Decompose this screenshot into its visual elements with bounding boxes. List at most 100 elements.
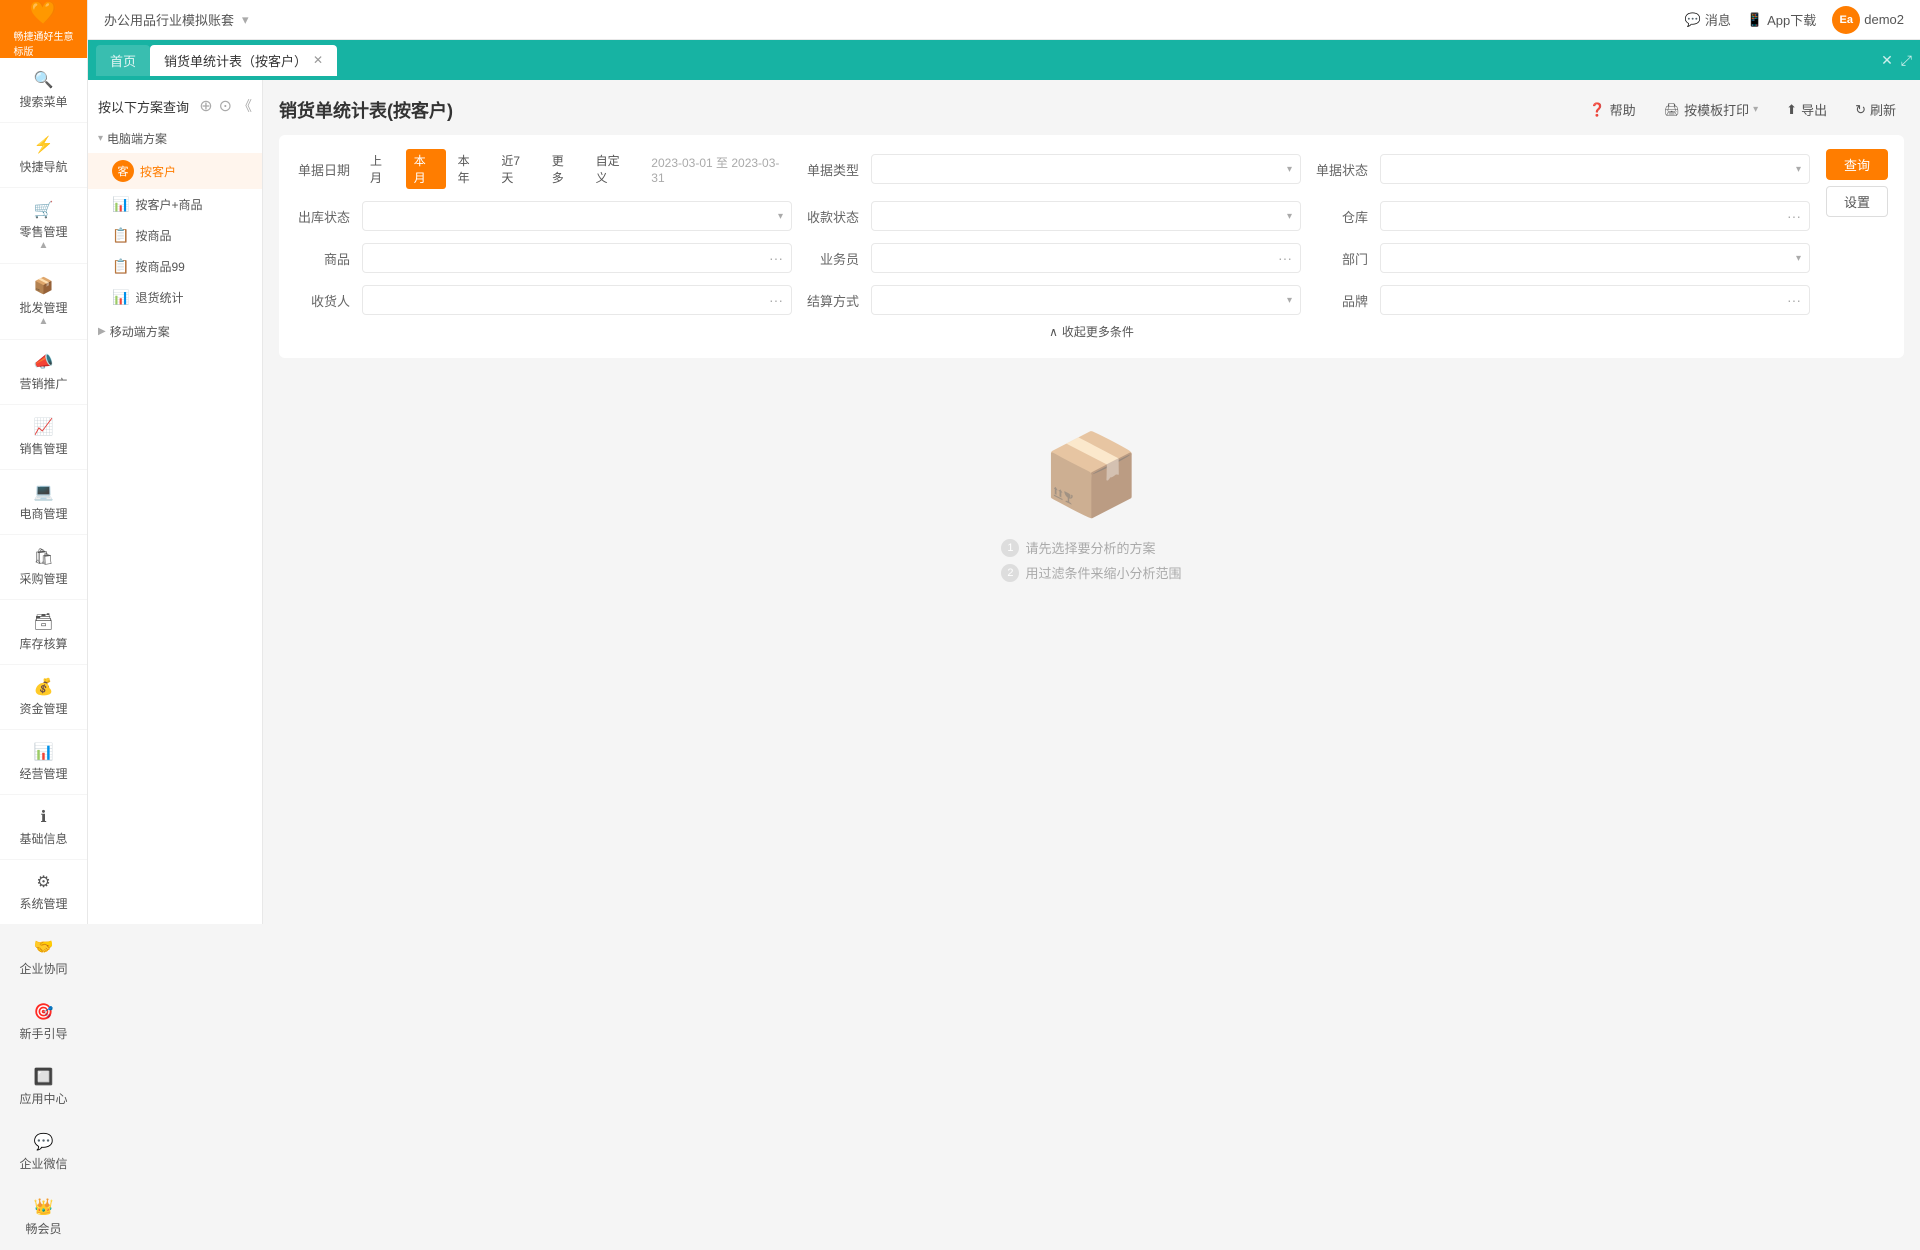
tab-window-actions: ✕ ⤢	[1881, 52, 1912, 69]
receiver-dots[interactable]: ···	[769, 292, 783, 308]
type-select[interactable]: ▾	[871, 154, 1301, 184]
logo[interactable]: 🧡 畅捷通好生意 标版	[0, 0, 87, 58]
staff-select[interactable]: ···	[871, 243, 1301, 273]
message-button[interactable]: 💬 消息	[1685, 10, 1731, 29]
app-download-button[interactable]: 📱 App下载	[1747, 10, 1816, 29]
nav-icon-6: 💻	[34, 482, 54, 502]
avatar: Ea	[1832, 6, 1860, 34]
minimize-icon[interactable]: ✕	[1881, 52, 1893, 69]
query-button[interactable]: 查询	[1826, 149, 1888, 180]
sidebar-item-14[interactable]: 🎯 新手引导	[0, 990, 87, 1055]
sidebar-item-17[interactable]: 👑 畅会员	[0, 1185, 87, 1250]
mobile-section-title[interactable]: ▶ 移动端方案	[88, 317, 262, 346]
print-arrow: ▾	[1753, 104, 1758, 115]
staff-dots[interactable]: ···	[1278, 250, 1292, 266]
scheme-item-customer[interactable]: 客 按客户	[88, 153, 262, 189]
settings-scheme-icon[interactable]: ⊙	[219, 96, 232, 116]
dept-select[interactable]: ▾	[1380, 243, 1810, 273]
warehouse-control: ···	[1380, 201, 1810, 231]
tab-home[interactable]: 首页	[96, 45, 150, 76]
empty-tip-1: 1 请先选择要分析的方案	[1001, 538, 1181, 557]
home-label: 首页	[110, 51, 136, 70]
nav-label-7: 采购管理	[19, 570, 67, 587]
scheme-item-customer-goods[interactable]: 📊 按客户+商品	[88, 189, 262, 220]
scheme-returns-label: 退货统计	[135, 289, 183, 306]
left-panel: 按以下方案查询 ⊕ ⊙ 《 ▾ 电脑端方案 客 按客户	[88, 80, 263, 924]
status-filter-control: ▾	[1380, 154, 1810, 184]
nav-icon-3: 📦	[34, 276, 54, 296]
goods-icon: 📋	[112, 227, 129, 244]
sidebar-item-16[interactable]: 💬 企业微信	[0, 1120, 87, 1185]
sidebar-item-9[interactable]: 💰 资金管理	[0, 665, 87, 730]
sidebar-item-6[interactable]: 💻 电商管理	[0, 470, 87, 535]
nav-label-5: 销售管理	[19, 440, 67, 457]
collapse-panel-icon[interactable]: 《	[238, 96, 252, 116]
export-button[interactable]: ⬆ 导出	[1778, 96, 1835, 123]
add-scheme-icon[interactable]: ⊕	[199, 96, 212, 116]
user-menu[interactable]: Ea demo2	[1832, 6, 1904, 34]
date-tab-more[interactable]: 更多	[544, 149, 584, 189]
payment-select[interactable]: ▾	[871, 285, 1301, 315]
message-icon: 💬	[1685, 12, 1701, 28]
sidebar-item-8[interactable]: 🗃 库存核算	[0, 600, 87, 665]
template-print-button[interactable]: 🖨 按模板打印 ▾	[1656, 96, 1767, 123]
help-button[interactable]: ❓ 帮助	[1581, 96, 1643, 123]
filter-row-1: 单据日期 上月 本月 本年 近7天 更多 自定义 20	[295, 149, 1810, 189]
dept-control: ▾	[1380, 243, 1810, 273]
scheme-item-goods99[interactable]: 📋 按商品99	[88, 251, 262, 282]
nav-icon-15: 🔲	[34, 1067, 54, 1087]
sidebar-item-1[interactable]: ⚡ 快捷导航	[0, 123, 87, 188]
sidebar-item-4[interactable]: 📣 营销推广	[0, 340, 87, 405]
tab-close-icon[interactable]: ✕	[313, 53, 323, 67]
date-tab-last-month[interactable]: 上月	[362, 149, 402, 189]
nav-icon-14: 🎯	[34, 1002, 54, 1022]
nav-icon-10: 📊	[34, 742, 54, 762]
date-tab-this-year[interactable]: 本年	[450, 149, 490, 189]
nav-label-8: 库存核算	[19, 635, 67, 652]
receiver-control: ···	[362, 285, 792, 315]
tip-num-2: 2	[1001, 564, 1019, 582]
nav-label-17: 畅会员	[25, 1220, 61, 1237]
date-tab-this-month[interactable]: 本月	[406, 149, 446, 189]
settings-button[interactable]: 设置	[1826, 186, 1888, 217]
receive-status-select[interactable]: ▾	[871, 201, 1301, 231]
warehouse-select[interactable]: ···	[1380, 201, 1810, 231]
sidebar-item-2[interactable]: 🛒 零售管理 ▲	[0, 188, 87, 264]
scheme-customer-goods-label: 按客户+商品	[135, 196, 202, 213]
sidebar-item-11[interactable]: ℹ 基础信息	[0, 795, 87, 860]
status-select[interactable]: ▾	[1380, 154, 1810, 184]
nav-label-0: 搜索菜单	[19, 93, 67, 110]
refresh-icon: ↻	[1855, 102, 1866, 118]
date-tab-custom[interactable]: 自定义	[588, 149, 640, 189]
customer-goods-icon: 📊	[112, 196, 129, 213]
scheme-item-returns[interactable]: 📊 退货统计	[88, 282, 262, 313]
collapse-row: ∧ 收起更多条件	[295, 319, 1888, 344]
receiver-select[interactable]: ···	[362, 285, 792, 315]
desktop-section-title[interactable]: ▾ 电脑端方案	[88, 124, 262, 153]
sidebar-item-0[interactable]: 🔍 搜索菜单	[0, 58, 87, 123]
sidebar-item-10[interactable]: 📊 经营管理	[0, 730, 87, 795]
maximize-icon[interactable]: ⤢	[1901, 52, 1912, 69]
warehouse-dots[interactable]: ···	[1787, 208, 1801, 224]
sidebar-item-15[interactable]: 🔲 应用中心	[0, 1055, 87, 1120]
sidebar-item-3[interactable]: 📦 批发管理 ▲	[0, 264, 87, 340]
nav-label-13: 企业协同	[19, 960, 67, 977]
sidebar-item-5[interactable]: 📈 销售管理	[0, 405, 87, 470]
scheme-item-goods[interactable]: 📋 按商品	[88, 220, 262, 251]
refresh-button[interactable]: ↻ 刷新	[1847, 96, 1904, 123]
tab-sales-stats[interactable]: 销货单统计表（按客户） ✕	[150, 45, 337, 76]
mobile-section: ▶ 移动端方案	[88, 317, 262, 346]
goods-select[interactable]: ···	[362, 243, 792, 273]
brand-select[interactable]: ···	[1380, 285, 1810, 315]
dropdown-arrow[interactable]: ▾	[242, 12, 249, 28]
sidebar-item-12[interactable]: ⚙ 系统管理	[0, 860, 87, 925]
date-tab-7days[interactable]: 近7天	[493, 149, 539, 189]
brand-dots[interactable]: ···	[1787, 292, 1801, 308]
query-filters: 单据日期 上月 本月 本年 近7天 更多 自定义 20	[295, 149, 1810, 315]
nav-icon-9: 💰	[34, 677, 54, 697]
sidebar-item-7[interactable]: 🛍 采购管理	[0, 535, 87, 600]
collapse-button[interactable]: ∧ 收起更多条件	[1037, 319, 1146, 344]
out-status-select[interactable]: ▾	[362, 201, 792, 231]
goods-dots[interactable]: ···	[769, 250, 783, 266]
sidebar-item-13[interactable]: 🤝 企业协同	[0, 925, 87, 990]
